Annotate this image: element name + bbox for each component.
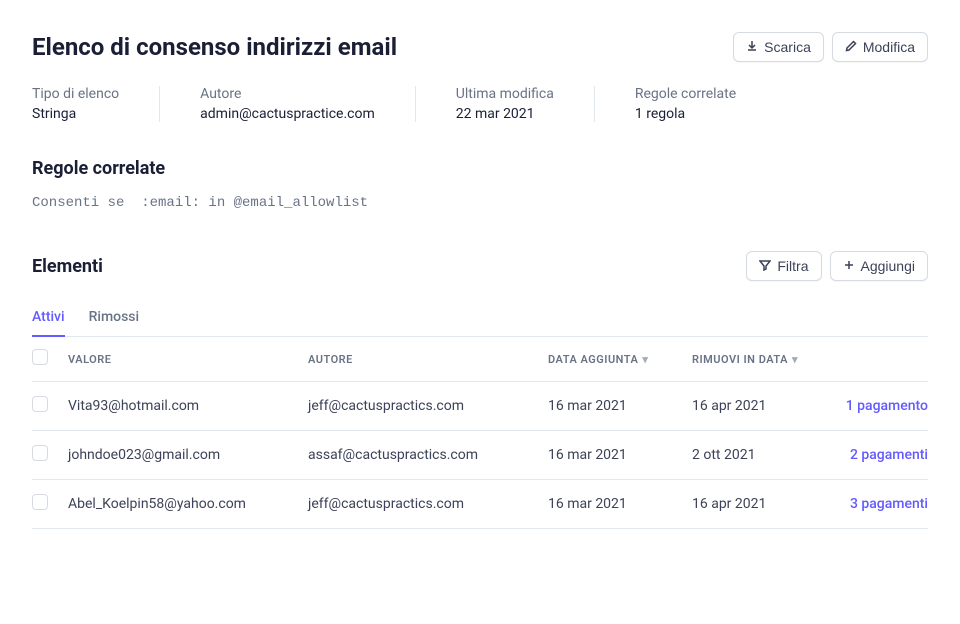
meta-modified: Ultima modifica 22 mar 2021	[456, 86, 595, 122]
meta-type-label: Tipo di elenco	[32, 86, 119, 102]
col-header-author[interactable]: AUTORE	[308, 353, 548, 366]
meta-type: Tipo di elenco Stringa	[32, 86, 160, 122]
meta-modified-label: Ultima modifica	[456, 86, 554, 102]
cell-author: jeff@cactuspractics.com	[308, 398, 548, 414]
meta-author-label: Autore	[200, 86, 375, 102]
col-header-added[interactable]: DATA AGGIUNTA ▾	[548, 353, 692, 366]
table-row: Vita93@hotmail.comjeff@cactuspractics.co…	[32, 382, 928, 431]
col-header-remove-label: RIMUOVI IN DATA	[692, 353, 788, 366]
rule-code: Consenti se :email: in @email_allowlist	[32, 195, 928, 211]
filter-button[interactable]: Filtra	[746, 251, 821, 281]
meta-row: Tipo di elenco Stringa Autore admin@cact…	[32, 86, 928, 122]
col-header-value[interactable]: VALORE	[68, 353, 308, 366]
payment-link[interactable]: 2 pagamenti	[850, 447, 928, 463]
download-label: Scarica	[764, 39, 811, 55]
table-row: johndoe023@gmail.comassaf@cactuspractics…	[32, 431, 928, 480]
filter-label: Filtra	[777, 258, 808, 274]
row-checkbox[interactable]	[32, 494, 48, 510]
rules-title: Regole correlate	[32, 158, 928, 179]
cell-added: 16 mar 2021	[548, 398, 692, 414]
payment-link[interactable]: 3 pagamenti	[850, 496, 928, 512]
edit-label: Modifica	[863, 39, 915, 55]
add-button[interactable]: Aggiungi	[830, 251, 929, 281]
meta-rules: Regole correlate 1 regola	[635, 86, 776, 122]
add-label: Aggiungi	[861, 258, 916, 274]
plus-icon	[843, 258, 855, 274]
col-header-added-label: DATA AGGIUNTA	[548, 353, 638, 366]
cell-remove: 16 apr 2021	[692, 496, 836, 512]
cell-value: Vita93@hotmail.com	[68, 398, 308, 414]
filter-icon	[759, 258, 771, 274]
header-actions: Scarica Modifica	[733, 32, 928, 62]
sort-icon: ▾	[642, 353, 648, 366]
row-checkbox[interactable]	[32, 445, 48, 461]
table-row: Abel_Koelpin58@yahoo.comjeff@cactuspract…	[32, 480, 928, 529]
cell-author: assaf@cactuspractics.com	[308, 447, 548, 463]
tab-active[interactable]: Attivi	[32, 301, 65, 337]
meta-author: Autore admin@cactuspractice.com	[200, 86, 416, 122]
elements-actions: Filtra Aggiungi	[746, 251, 928, 281]
elements-table: VALORE AUTORE DATA AGGIUNTA ▾ RIMUOVI IN…	[32, 337, 928, 529]
cell-value: Abel_Koelpin58@yahoo.com	[68, 496, 308, 512]
select-all-checkbox[interactable]	[32, 349, 48, 365]
elements-title: Elementi	[32, 256, 103, 277]
cell-remove: 2 ott 2021	[692, 447, 836, 463]
col-header-remove[interactable]: RIMUOVI IN DATA ▾	[692, 353, 836, 366]
meta-rules-label: Regole correlate	[635, 86, 736, 102]
cell-added: 16 mar 2021	[548, 496, 692, 512]
sort-icon: ▾	[792, 353, 798, 366]
table-header: VALORE AUTORE DATA AGGIUNTA ▾ RIMUOVI IN…	[32, 337, 928, 382]
cell-value: johndoe023@gmail.com	[68, 447, 308, 463]
meta-type-value: Stringa	[32, 106, 119, 122]
tab-removed[interactable]: Rimossi	[89, 301, 140, 337]
edit-button[interactable]: Modifica	[832, 32, 928, 62]
meta-author-value: admin@cactuspractice.com	[200, 106, 375, 122]
cell-author: jeff@cactuspractics.com	[308, 496, 548, 512]
meta-modified-value: 22 mar 2021	[456, 106, 554, 122]
download-button[interactable]: Scarica	[733, 32, 824, 62]
tabs: Attivi Rimossi	[32, 301, 928, 337]
meta-rules-value: 1 regola	[635, 106, 736, 122]
payment-link[interactable]: 1 pagamento	[846, 398, 928, 414]
pencil-icon	[845, 39, 857, 55]
page-title: Elenco di consenso indirizzi email	[32, 33, 397, 61]
row-checkbox[interactable]	[32, 396, 48, 412]
cell-remove: 16 apr 2021	[692, 398, 836, 414]
cell-added: 16 mar 2021	[548, 447, 692, 463]
download-icon	[746, 39, 758, 55]
